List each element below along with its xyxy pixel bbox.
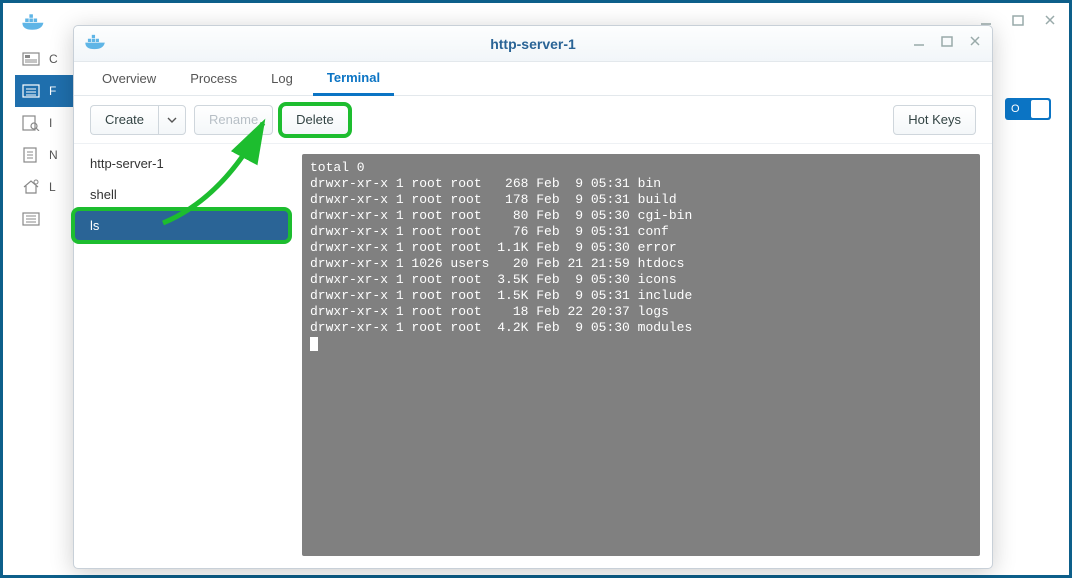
tab-terminal[interactable]: Terminal	[313, 62, 394, 96]
hotkeys-button[interactable]: Hot Keys	[893, 105, 976, 135]
home-icon	[21, 179, 41, 195]
session-item[interactable]: http-server-1	[74, 148, 289, 179]
session-item[interactable]: shell	[74, 179, 289, 210]
sidebar-label: C	[49, 52, 58, 66]
tab-label: Terminal	[327, 70, 380, 85]
terminal-toolbar: Create Rename Delete Hot Keys	[74, 96, 992, 144]
log-icon	[21, 211, 41, 227]
button-label: Rename	[209, 112, 258, 127]
button-label: Delete	[296, 112, 334, 127]
docker-whale-icon	[21, 11, 49, 33]
app-sidebar: C F I N L	[15, 43, 75, 565]
chevron-down-icon	[167, 115, 177, 125]
session-label: ls	[90, 218, 99, 233]
sidebar-item-image[interactable]: N	[15, 139, 75, 171]
file-icon	[21, 147, 41, 163]
dialog-tabs: Overview Process Log Terminal	[74, 62, 992, 96]
power-toggle[interactable]: O	[1005, 98, 1051, 120]
sidebar-item-network[interactable]: L	[15, 171, 75, 203]
sidebar-label: I	[49, 116, 52, 130]
session-label: http-server-1	[90, 156, 164, 171]
button-label: Create	[105, 112, 144, 127]
toggle-label: O	[1011, 103, 1020, 115]
terminal-session-list: http-server-1 shell ls	[74, 144, 290, 568]
tab-log[interactable]: Log	[257, 63, 307, 94]
list-icon	[21, 83, 41, 99]
sidebar-label: N	[49, 148, 58, 162]
dialog-title: http-server-1	[490, 36, 576, 52]
docker-whale-icon	[84, 32, 110, 52]
tab-label: Overview	[102, 71, 156, 86]
tab-label: Log	[271, 71, 293, 86]
session-item-selected[interactable]: ls	[74, 210, 289, 241]
sidebar-item-container[interactable]: F	[15, 75, 75, 107]
terminal-cursor	[310, 337, 318, 351]
delete-button[interactable]: Delete	[281, 105, 349, 135]
toggle-knob	[1031, 100, 1049, 118]
session-label: shell	[90, 187, 117, 202]
close-icon[interactable]	[968, 34, 982, 48]
button-label: Hot Keys	[908, 112, 961, 127]
create-button-group: Create	[90, 105, 186, 135]
tab-overview[interactable]: Overview	[88, 63, 170, 94]
terminal-output[interactable]: total 0 drwxr-xr-x 1 root root 268 Feb 9…	[302, 154, 980, 556]
create-dropdown-button[interactable]	[158, 105, 186, 135]
maximize-icon[interactable]	[1011, 13, 1025, 27]
sidebar-item-registry[interactable]: I	[15, 107, 75, 139]
close-icon[interactable]	[1043, 13, 1057, 27]
sidebar-item-log[interactable]	[15, 203, 75, 235]
tab-label: Process	[190, 71, 237, 86]
minimize-icon[interactable]	[912, 34, 926, 48]
container-terminal-dialog: http-server-1 Overview Process Log Termi…	[73, 25, 993, 569]
tab-process[interactable]: Process	[176, 63, 251, 94]
sidebar-item-overview[interactable]: C	[15, 43, 75, 75]
create-button[interactable]: Create	[90, 105, 158, 135]
sidebar-label: F	[49, 84, 56, 98]
maximize-icon[interactable]	[940, 34, 954, 48]
card-icon	[21, 51, 41, 67]
dialog-titlebar[interactable]: http-server-1	[74, 26, 992, 62]
sidebar-label: L	[49, 180, 56, 194]
search-file-icon	[21, 115, 41, 131]
rename-button[interactable]: Rename	[194, 105, 273, 135]
